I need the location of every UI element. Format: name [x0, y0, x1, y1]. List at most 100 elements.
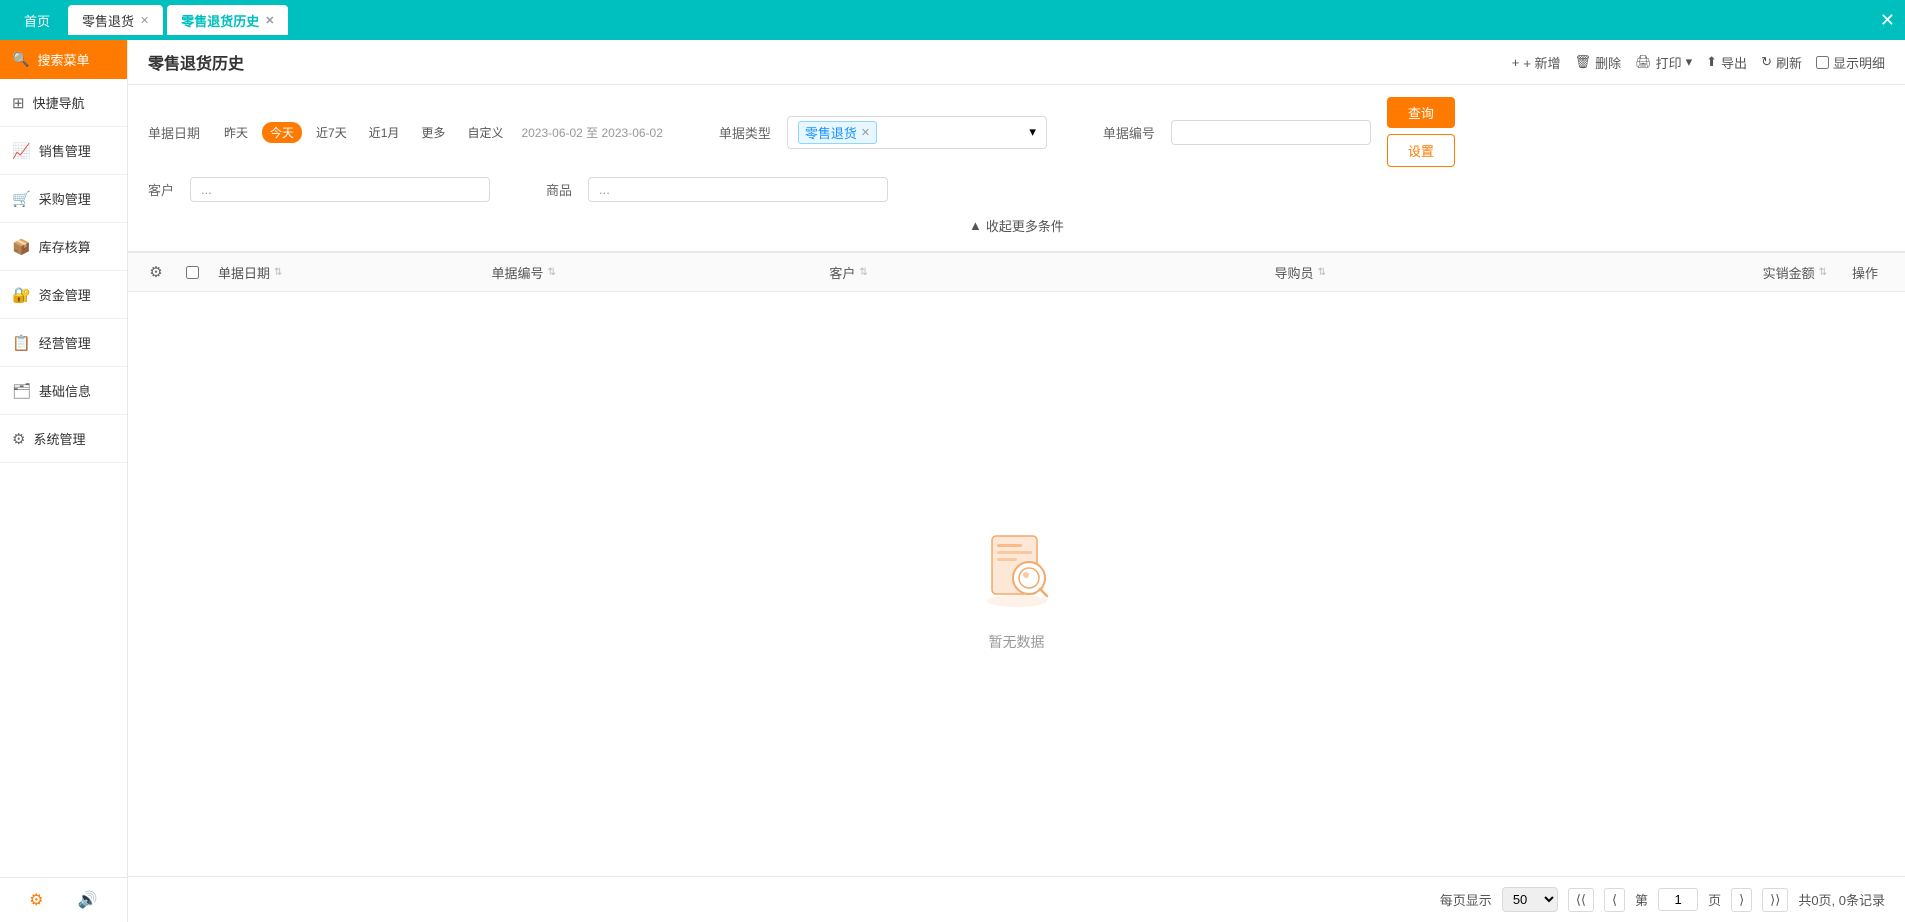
goods-select[interactable]: ...	[588, 177, 888, 202]
page-last-button[interactable]: ⟩⟩	[1762, 888, 1788, 912]
add-label: + 新增	[1523, 53, 1560, 72]
customer-select[interactable]: ...	[190, 177, 490, 202]
print-icon: 🖨	[1635, 54, 1652, 70]
export-button[interactable]: ⬆ 导出	[1706, 53, 1747, 72]
select-all-checkbox[interactable]	[186, 266, 199, 279]
doc-type-label: 单据类型	[719, 123, 771, 142]
th-settings-icon[interactable]: ⚙	[138, 263, 174, 281]
page-number-input[interactable]: 1	[1658, 888, 1698, 911]
doc-type-dropdown-icon[interactable]: ▾	[1029, 124, 1036, 140]
page-label: 第	[1635, 890, 1648, 909]
th-guide[interactable]: 导购员 ⇅	[1267, 263, 1605, 282]
doc-type-select[interactable]: 零售退货 ✕ ▾	[787, 116, 1047, 149]
sidebar-item-inventory-label: 库存核算	[39, 237, 91, 256]
tab-retail-return-history-label: 零售退货历史	[181, 11, 259, 30]
th-num-label: 单据编号	[492, 263, 544, 282]
delete-label: 删除	[1595, 53, 1621, 72]
date-btn-last1m[interactable]: 近1月	[361, 122, 408, 143]
page-first-button[interactable]: ⟨⟨	[1568, 888, 1594, 912]
sidebar-search[interactable]: 🔍 搜索菜单	[0, 40, 127, 79]
speaker-icon[interactable]: 🔊	[78, 890, 98, 910]
page-prev-button[interactable]: ⟨	[1604, 888, 1625, 912]
th-date[interactable]: 单据日期 ⇅	[210, 263, 484, 282]
filter-area: 单据日期 昨天 今天 近7天 近1月 更多 自定义 2023-06-02 至 2…	[128, 85, 1905, 252]
th-op: 操作	[1835, 263, 1895, 282]
settings-gear-icon[interactable]: ⚙	[29, 890, 43, 910]
query-settings-col: 查询 设置	[1387, 97, 1455, 167]
tab-home[interactable]: 首页	[10, 5, 64, 36]
date-btn-today[interactable]: 今天	[262, 122, 302, 143]
th-amount[interactable]: 实销金额 ⇅	[1604, 263, 1835, 282]
date-filters: 昨天 今天 近7天 近1月 更多 自定义 2023-06-02 至 2023-0…	[216, 122, 663, 143]
tab-retail-return[interactable]: 零售退货 ✕	[68, 5, 163, 35]
collapse-up-icon: ▲	[969, 218, 982, 233]
refresh-icon: ↻	[1761, 54, 1772, 70]
print-button[interactable]: 🖨 打印 ▾	[1635, 53, 1692, 72]
sidebar-item-system-mgmt[interactable]: ⚙ 系统管理	[0, 415, 127, 463]
sidebar-item-quick-nav[interactable]: ⊞ 快捷导航	[0, 79, 127, 127]
th-guide-sort-icon: ⇅	[1318, 267, 1326, 278]
show-detail-checkbox[interactable]	[1816, 56, 1829, 69]
th-num[interactable]: 单据编号 ⇅	[484, 263, 822, 282]
date-btn-custom[interactable]: 自定义	[459, 122, 511, 143]
doc-type-tag-close[interactable]: ✕	[861, 126, 870, 139]
sidebar-item-finance-label: 资金管理	[39, 285, 91, 304]
empty-illustration	[967, 516, 1067, 616]
date-filter-label: 单据日期	[148, 123, 200, 142]
sidebar-item-operations[interactable]: 📋 经营管理	[0, 319, 127, 367]
sidebar-search-label: 搜索菜单	[37, 50, 89, 69]
export-icon: ⬆	[1706, 54, 1717, 70]
th-date-label: 单据日期	[218, 263, 270, 282]
sidebar-item-sales-mgmt[interactable]: 📈 销售管理	[0, 127, 127, 175]
collapse-button[interactable]: ▲ 收起更多条件	[969, 216, 1064, 235]
doc-num-input[interactable]	[1171, 120, 1371, 145]
per-page-select[interactable]: 10 20 50 100	[1502, 887, 1558, 912]
date-btn-more[interactable]: 更多	[413, 122, 453, 143]
window-close-icon[interactable]: ✕	[1880, 10, 1895, 31]
table-container: ⚙ 单据日期 ⇅ 单据编号 ⇅ 客户 ⇅ 导购员 ⇅	[128, 252, 1905, 922]
add-icon: +	[1512, 55, 1520, 70]
date-btn-last7[interactable]: 近7天	[308, 122, 355, 143]
top-bar: 首页 零售退货 ✕ 零售退货历史 ✕ ✕	[0, 0, 1905, 40]
th-checkbox[interactable]	[174, 266, 210, 279]
date-btn-yesterday[interactable]: 昨天	[216, 122, 256, 143]
doc-type-tag: 零售退货 ✕	[798, 121, 877, 144]
th-customer-sort-icon: ⇅	[859, 267, 867, 278]
customer-label: 客户	[148, 180, 174, 199]
sidebar-item-purchase-mgmt[interactable]: 🛒 采购管理	[0, 175, 127, 223]
refresh-label: 刷新	[1776, 53, 1802, 72]
tab-retail-return-history[interactable]: 零售退货历史 ✕	[167, 5, 288, 35]
delete-button[interactable]: 🗑 删除	[1575, 53, 1622, 72]
doc-num-label: 单据编号	[1103, 123, 1155, 142]
show-detail-toggle[interactable]: 显示明细	[1816, 53, 1885, 72]
empty-state: 暂无数据	[128, 292, 1905, 876]
date-range-display: 2023-06-02 至 2023-06-02	[521, 124, 662, 141]
main-layout: 🔍 搜索菜单 ⊞ 快捷导航 📈 销售管理 🛒 采购管理 📦 库存核算 🔐 资金管…	[0, 40, 1905, 922]
tab-retail-return-close[interactable]: ✕	[140, 14, 149, 27]
page-next-button[interactable]: ⟩	[1731, 888, 1752, 912]
query-button[interactable]: 查询	[1387, 97, 1455, 128]
refresh-button[interactable]: ↻ 刷新	[1761, 53, 1802, 72]
inventory-icon: 📦	[12, 238, 31, 256]
sidebar-item-purchase-label: 采购管理	[39, 189, 91, 208]
goods-label: 商品	[546, 180, 572, 199]
finance-icon: 🔐	[12, 286, 31, 304]
page-total: 共0页, 0条记录	[1798, 890, 1885, 909]
quick-nav-icon: ⊞	[12, 94, 25, 112]
customer-ellipsis: ...	[201, 182, 212, 197]
sidebar-item-sales-label: 销售管理	[39, 141, 91, 160]
toolbar-actions: + + 新增 🗑 删除 🖨 打印 ▾ ⬆ 导出 ↻	[1512, 53, 1885, 72]
tab-retail-return-history-close[interactable]: ✕	[265, 14, 274, 27]
add-button[interactable]: + + 新增	[1512, 53, 1561, 72]
export-label: 导出	[1721, 53, 1747, 72]
th-guide-label: 导购员	[1275, 263, 1314, 282]
th-customer[interactable]: 客户 ⇅	[821, 263, 1266, 282]
print-label: 打印	[1656, 53, 1682, 72]
sidebar-item-inventory[interactable]: 📦 库存核算	[0, 223, 127, 271]
sidebar-item-finance[interactable]: 🔐 资金管理	[0, 271, 127, 319]
page-header: 零售退货历史 + + 新增 🗑 删除 🖨 打印 ▾ ⬆ 导出	[128, 40, 1905, 85]
sidebar: 🔍 搜索菜单 ⊞ 快捷导航 📈 销售管理 🛒 采购管理 📦 库存核算 🔐 资金管…	[0, 40, 128, 922]
th-customer-label: 客户	[829, 263, 855, 282]
sidebar-item-basic-info[interactable]: 🗂 基础信息	[0, 367, 127, 415]
filter-settings-button[interactable]: 设置	[1387, 134, 1455, 167]
